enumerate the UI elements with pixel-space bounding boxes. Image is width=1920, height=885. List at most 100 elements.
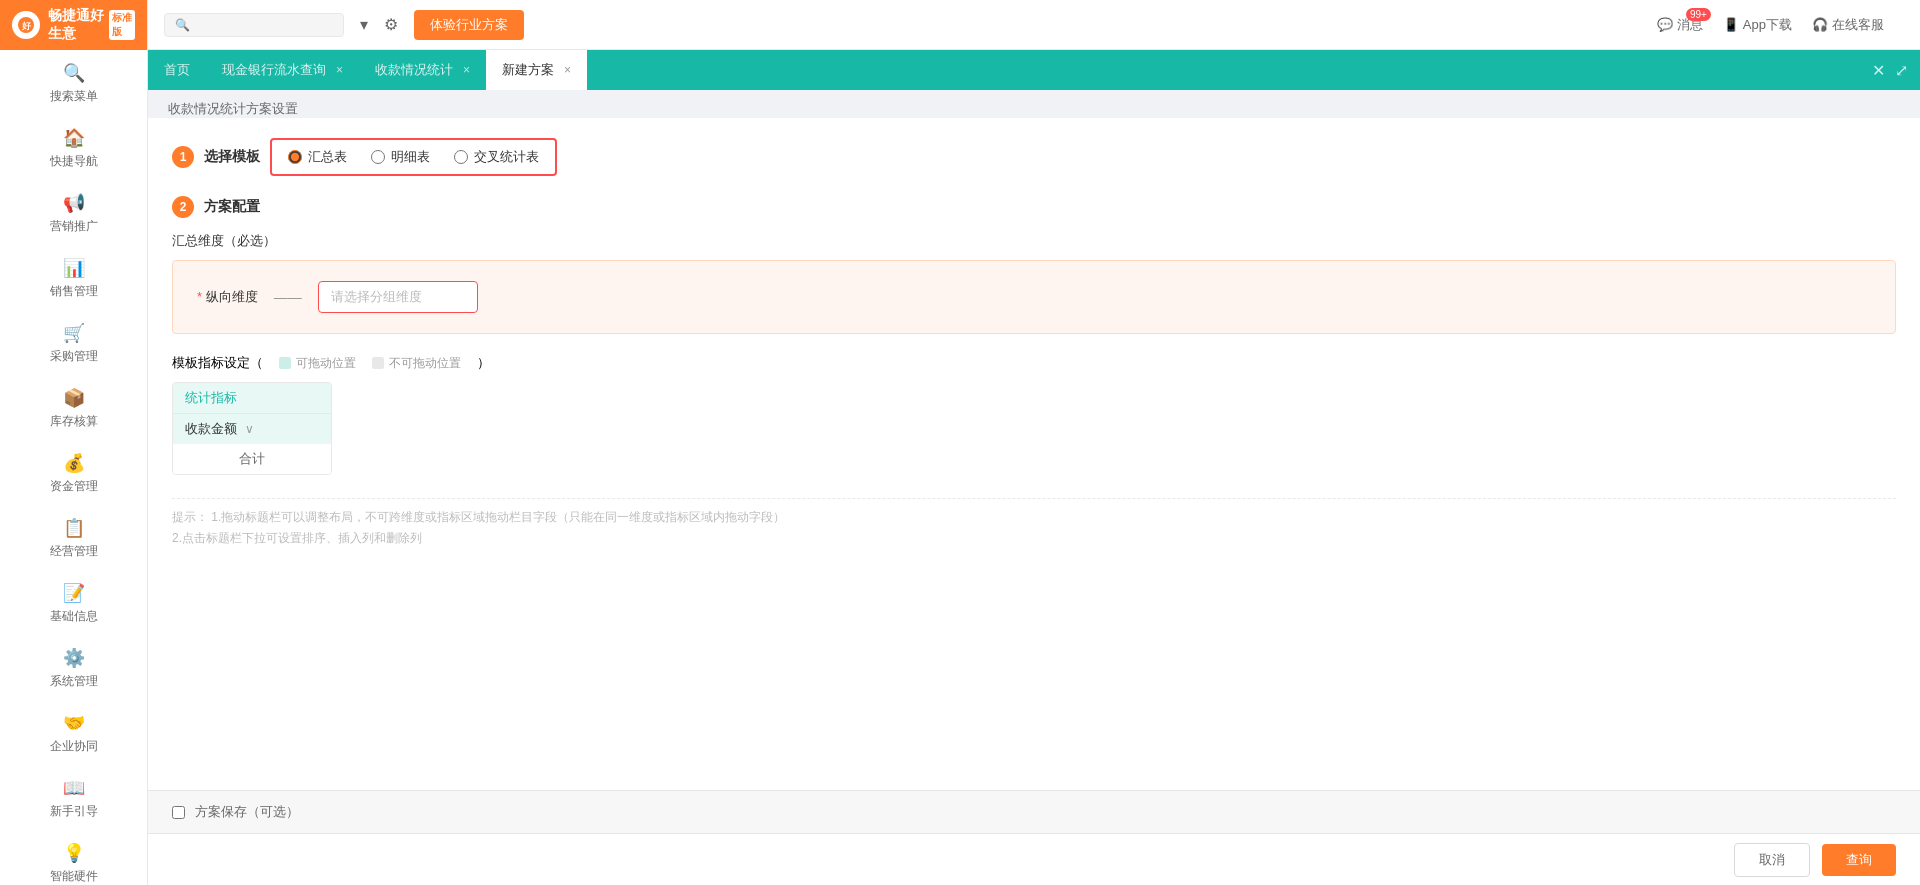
sidebar-item-search[interactable]: 🔍 搜索菜单 bbox=[0, 50, 147, 115]
content-area: 收款情况统计方案设置 1 选择模板 汇总表 明细表 bbox=[148, 90, 1920, 833]
sidebar-item-finance[interactable]: 💰 资金管理 bbox=[0, 440, 147, 505]
query-button[interactable]: 查询 bbox=[1822, 844, 1896, 876]
stats-body-label: 合计 bbox=[239, 451, 265, 466]
sidebar-item-purchase[interactable]: 🛒 采购管理 bbox=[0, 310, 147, 375]
sidebar-item-system[interactable]: ⚙️ 系统管理 bbox=[0, 635, 147, 700]
stats-table: 统计指标 收款金额 ∨ 合计 bbox=[172, 382, 332, 475]
dimension-sub-label: 汇总维度（必选） bbox=[172, 232, 1896, 250]
tip-text-2: 2.点击标题栏下拉可设置排序、插入列和删除列 bbox=[172, 531, 422, 545]
download-icon: 📱 bbox=[1723, 17, 1739, 32]
template-radio-group: 汇总表 明细表 交叉统计表 bbox=[270, 138, 557, 176]
dimension-label-text: 汇总维度（必选） bbox=[172, 233, 276, 248]
radio-summary[interactable]: 汇总表 bbox=[288, 148, 347, 166]
sidebar-item-label: 营销推广 bbox=[50, 218, 98, 235]
tab-receipt-stats[interactable]: 收款情况统计 × bbox=[359, 50, 486, 90]
sidebar-item-inventory[interactable]: 📦 库存核算 bbox=[0, 375, 147, 440]
tips-section: 提示： 1.拖动标题栏可以调整布局，不可跨维度或指标区域拖动栏目字段（只能在同一… bbox=[172, 498, 1896, 547]
radio-cross-label: 交叉统计表 bbox=[474, 148, 539, 166]
tab-receipt-stats-close-icon[interactable]: × bbox=[463, 63, 470, 77]
sidebar-item-sales[interactable]: 📊 销售管理 bbox=[0, 245, 147, 310]
sidebar-item-label: 新手引导 bbox=[50, 803, 98, 820]
save-label: 方案保存（可选） bbox=[195, 803, 299, 821]
sidebar-item-label: 智能硬件 bbox=[50, 868, 98, 885]
form-container: 1 选择模板 汇总表 明细表 交叉统计表 bbox=[148, 118, 1920, 790]
tab-new-plan[interactable]: 新建方案 × bbox=[486, 50, 587, 90]
step2-title: 方案配置 bbox=[204, 198, 260, 216]
tip-row-1: 提示： 1.拖动标题栏可以调整布局，不可跨维度或指标区域拖动栏目字段（只能在同一… bbox=[172, 509, 1896, 526]
search-box[interactable]: 🔍 bbox=[164, 13, 344, 37]
service-icon: 🎧 bbox=[1812, 17, 1828, 32]
sidebar-item-label: 基础信息 bbox=[50, 608, 98, 625]
stats-cell-label: 收款金额 bbox=[185, 420, 237, 438]
cancel-button[interactable]: 取消 bbox=[1734, 843, 1810, 877]
sidebar: 好 畅捷通好生意 标准版 🔍 搜索菜单 🏠 快捷导航 📢 营销推广 📊 销售管理… bbox=[0, 0, 148, 885]
radio-summary-label: 汇总表 bbox=[308, 148, 347, 166]
sidebar-item-basic-info[interactable]: 📝 基础信息 bbox=[0, 570, 147, 635]
radio-cross[interactable]: 交叉统计表 bbox=[454, 148, 539, 166]
tab-home-label: 首页 bbox=[164, 61, 190, 79]
guide-icon: 📖 bbox=[63, 777, 85, 799]
basic-info-icon: 📝 bbox=[63, 582, 85, 604]
radio-detail-label: 明细表 bbox=[391, 148, 430, 166]
online-service-item[interactable]: 🎧 在线客服 bbox=[1812, 16, 1884, 34]
draggable-hint-item: 可拖动位置 bbox=[279, 355, 356, 372]
sidebar-item-hardware[interactable]: 💡 智能硬件 bbox=[0, 830, 147, 885]
trial-button[interactable]: 体验行业方案 bbox=[414, 10, 524, 40]
settings-icon[interactable]: ⚙ bbox=[384, 15, 398, 34]
sidebar-nav: 🔍 搜索菜单 🏠 快捷导航 📢 营销推广 📊 销售管理 🛒 采购管理 📦 库存核… bbox=[0, 50, 147, 885]
inventory-icon: 📦 bbox=[63, 387, 85, 409]
tab-maximize-icon[interactable]: ⤢ bbox=[1895, 61, 1908, 80]
draggable-label: 可拖动位置 bbox=[296, 355, 356, 372]
page-header: 收款情况统计方案设置 bbox=[148, 90, 1920, 118]
sidebar-item-label: 采购管理 bbox=[50, 348, 98, 365]
online-service-label: 在线客服 bbox=[1832, 16, 1884, 34]
sidebar-item-management[interactable]: 📋 经营管理 bbox=[0, 505, 147, 570]
bottom-bar: 取消 查询 bbox=[148, 833, 1920, 885]
sidebar-item-label: 销售管理 bbox=[50, 283, 98, 300]
required-mark: * bbox=[197, 289, 202, 304]
sales-icon: 📊 bbox=[63, 257, 85, 279]
sidebar-item-label: 库存核算 bbox=[50, 413, 98, 430]
sidebar-item-label: 资金管理 bbox=[50, 478, 98, 495]
radio-detail-input[interactable] bbox=[371, 150, 385, 164]
sidebar-item-label: 经营管理 bbox=[50, 543, 98, 560]
tab-close-all-icon[interactable]: ✕ bbox=[1872, 61, 1885, 80]
stats-cell[interactable]: 收款金额 ∨ bbox=[173, 414, 331, 444]
dimension-select[interactable]: 请选择分组维度 bbox=[318, 281, 478, 313]
system-icon: ⚙️ bbox=[63, 647, 85, 669]
non-draggable-hint-item: 不可拖动位置 bbox=[372, 355, 461, 372]
sidebar-item-home[interactable]: 🏠 快捷导航 bbox=[0, 115, 147, 180]
tab-new-plan-close-icon[interactable]: × bbox=[564, 63, 571, 77]
topbar-right: 💬 消息 99+ 📱 App下载 🎧 在线客服 bbox=[1657, 16, 1904, 34]
notification-icon: 💬 bbox=[1657, 17, 1673, 32]
stats-table-header: 统计指标 bbox=[173, 383, 331, 414]
stats-header-label: 统计指标 bbox=[185, 390, 237, 405]
sidebar-item-enterprise[interactable]: 🤝 企业协同 bbox=[0, 700, 147, 765]
app-name: 畅捷通好生意 bbox=[48, 7, 105, 43]
radio-detail[interactable]: 明细表 bbox=[371, 148, 430, 166]
topbar: 🔍 ▾ ⚙ 体验行业方案 💬 消息 99+ 📱 App下载 🎧 在线客服 bbox=[148, 0, 1920, 50]
sidebar-item-label: 快捷导航 bbox=[50, 153, 98, 170]
radio-cross-input[interactable] bbox=[454, 150, 468, 164]
tabbar-right: ✕ ⤢ bbox=[1872, 61, 1920, 80]
save-checkbox[interactable] bbox=[172, 806, 185, 819]
topbar-dropdown-icon[interactable]: ▾ bbox=[360, 15, 368, 34]
dimension-row: * 纵向维度 —— 请选择分组维度 bbox=[197, 281, 1871, 313]
sidebar-logo: 好 畅捷通好生意 标准版 bbox=[0, 0, 147, 50]
tip-row-2: 2.点击标题栏下拉可设置排序、插入列和删除列 bbox=[172, 530, 1896, 547]
tab-cash-bank-close-icon[interactable]: × bbox=[336, 63, 343, 77]
tab-cash-bank[interactable]: 现金银行流水查询 × bbox=[206, 50, 359, 90]
sidebar-item-guide[interactable]: 📖 新手引导 bbox=[0, 765, 147, 830]
step1-header: 1 选择模板 汇总表 明细表 交叉统计表 bbox=[172, 138, 1896, 176]
draggable-dot-icon bbox=[279, 357, 291, 369]
radio-summary-input[interactable] bbox=[288, 150, 302, 164]
step1-number: 1 bbox=[172, 146, 194, 168]
stats-cell-dropdown-icon[interactable]: ∨ bbox=[245, 422, 254, 436]
sidebar-item-marketing[interactable]: 📢 营销推广 bbox=[0, 180, 147, 245]
notification-item[interactable]: 💬 消息 99+ bbox=[1657, 16, 1703, 34]
search-input[interactable] bbox=[196, 18, 336, 32]
tab-home[interactable]: 首页 bbox=[148, 50, 206, 90]
app-download-item[interactable]: 📱 App下载 bbox=[1723, 16, 1792, 34]
finance-icon: 💰 bbox=[63, 452, 85, 474]
page-title: 收款情况统计方案设置 bbox=[168, 101, 298, 116]
